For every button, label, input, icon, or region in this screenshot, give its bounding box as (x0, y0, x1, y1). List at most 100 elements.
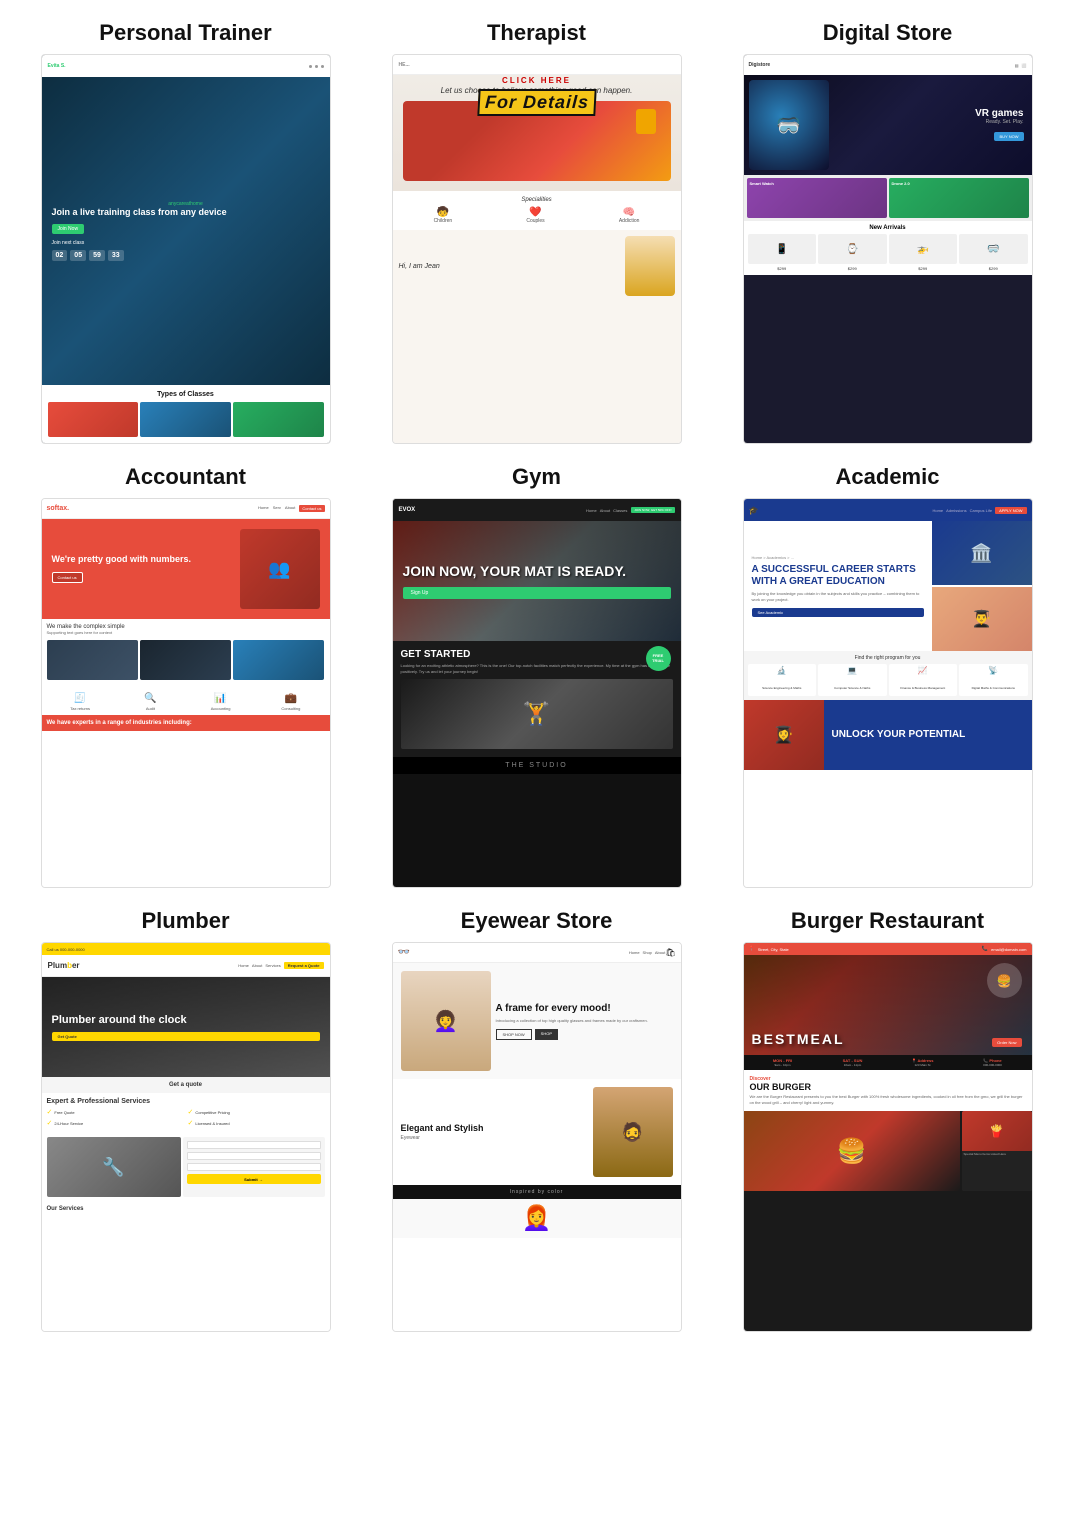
ew-shop-btn[interactable]: SHOP (535, 1029, 558, 1040)
ac-contact-btn[interactable]: Contact us (299, 505, 324, 512)
ac-logo: softax. (47, 505, 70, 512)
th-spec-title: Specialities (399, 197, 675, 203)
ew-s2-sub: Eyewear (401, 1135, 588, 1141)
ac-services-grid: 🧾 Tax returns 🔍 Audit 📊 Accounting (47, 693, 325, 711)
br-info-3: 📍 Address 123 Main St (889, 1058, 957, 1067)
br-order-btn[interactable]: Order Now (992, 1038, 1021, 1047)
ac-service-2: 🔍 Audit (117, 693, 184, 711)
gym-studio-text: THE STUDIO (398, 762, 676, 769)
pl-quote-section: Get a quote (42, 1077, 330, 1093)
digital-store-preview[interactable]: Digistore ▤ ⬜ 🥽 VR games Ready. Set. Pla… (743, 54, 1033, 444)
gym-preview[interactable]: EVOX Home About Classes JOIN NOW, GET 50… (392, 498, 682, 888)
th-avatar (625, 236, 675, 296)
aca-nav-campus: Campus Life (970, 508, 992, 513)
pt-join-btn[interactable]: Join Now (52, 224, 85, 234)
ac-img-row (42, 640, 330, 685)
plumber-preview[interactable]: Call us 000-000-0000 Plumber Home About … (41, 942, 331, 1332)
plumber-title: Plumber (141, 908, 229, 934)
br-location-icon: 📍 (749, 946, 755, 952)
br-hero: 🍔 BESTMEAL Order Now (744, 955, 1032, 1055)
br-discover-section: Discover OUR BURGER We are the Burger Re… (744, 1070, 1032, 1111)
ac-nav-link-3: About (285, 505, 295, 512)
eyewear-title: Eyewear Store (461, 908, 613, 934)
aca-hero-right: 🏛️ 👨‍🎓 (932, 521, 1032, 651)
aca-breadcrumb: Home > Academics > ... (752, 555, 924, 560)
burger-title: Burger Restaurant (791, 908, 984, 934)
ac-bottom-text: We have experts in a range of industries… (47, 720, 325, 726)
pl-form-field-2[interactable] (187, 1152, 321, 1160)
academic-cell: Academic 🎓 Home Admissions Campus Life A… (712, 454, 1063, 898)
pl-bottom-section: 🔧 Submit → (42, 1132, 330, 1202)
pl-quote-form: Submit → (183, 1137, 325, 1197)
ds-buy-btn[interactable]: BUY NOW (994, 132, 1023, 141)
ds-hero-title: VR games (975, 108, 1023, 119)
ds-hero-content: VR games Ready. Set. Play. BUY NOW (975, 108, 1023, 143)
th-spec-grid: 🧒 Children ❤️ Couples 🧠 Addiction (399, 207, 675, 224)
pl-form-field-3[interactable] (187, 1163, 321, 1171)
pl-nav-services: Services (265, 963, 280, 968)
gym-hero: JOIN NOW, YOUR MAT IS READY. Sign Up (393, 521, 681, 641)
pl-quote-title: Get a quote (47, 1082, 325, 1088)
ds-na-item-3: 🚁 $299 (889, 234, 958, 271)
pl-quote-btn[interactable]: Request a Quote (284, 962, 324, 969)
gym-nav-offer-btn[interactable]: JOIN NOW, GET 50% OFF! (631, 507, 674, 513)
ew-bottom-img: 👩‍🦰 (393, 1199, 681, 1238)
ew-banner: Inspired by color (393, 1185, 681, 1199)
ac-bottom: We have experts in a range of industries… (42, 715, 330, 731)
click-here-label[interactable]: CLICK HERE (502, 76, 571, 85)
pl-logo: Plumber (48, 961, 80, 970)
ds-product-1: Smart Watch (747, 178, 887, 218)
pl-nav-home: Home (238, 963, 249, 968)
ds-hero: 🥽 VR games Ready. Set. Play. BUY NOW (744, 75, 1032, 175)
academic-title: Academic (836, 464, 940, 490)
therapist-title: Therapist (487, 20, 586, 46)
accountant-preview[interactable]: softax. Home Serv About Contact us We're… (41, 498, 331, 888)
pl-service-3: ✓ 24-Hour Service (47, 1119, 184, 1127)
ew-glasses-display: 👩‍🦰 (522, 1204, 552, 1233)
ds-products-bar: Smart Watch Drone 2.0 (744, 175, 1032, 221)
aca-prog-1: 🔬 Science Engineering & Maths (748, 664, 817, 696)
ds-product-2: Drone 2.0 (889, 178, 1029, 218)
br-topbar: 📍 Street, City, State 📞 email@domain.com (744, 943, 1032, 955)
ew-s2-title: Elegant and Stylish (401, 1123, 588, 1135)
aca-prog-2: 💻 Computer Science & Naths (818, 664, 887, 696)
ac-hero-btn[interactable]: Contact us (52, 572, 83, 583)
br-info-text-1: 9am - 10pm (749, 1063, 817, 1067)
ac-service-3: 📊 Accounting (187, 693, 254, 711)
pl-hero-text: Plumber around the clock (52, 1013, 320, 1027)
therapist-preview[interactable]: CLICK HERE For Details HE... Let us choo… (392, 54, 682, 444)
academic-preview[interactable]: 🎓 Home Admissions Campus Life APPLY NOW … (743, 498, 1033, 888)
personal-trainer-preview[interactable]: Evita S. anycareathome Join a live train… (41, 54, 331, 444)
ac-img-2 (140, 640, 231, 680)
eyewear-preview[interactable]: 👓 Home Shop About 🛍 👩‍🦱 A frame for ever… (392, 942, 682, 1332)
pl-hero-btn[interactable]: Get Quote (52, 1032, 320, 1041)
pl-form-submit[interactable]: Submit → (187, 1174, 321, 1184)
click-here-overlay[interactable]: CLICK HERE For Details (477, 70, 595, 116)
ds-new-arrivals: New Arrivals 📱 $299 ⌚ $299 🚁 $299 (744, 221, 1032, 275)
aca-programs: Find the right program for you 🔬 Science… (744, 651, 1032, 700)
pl-services-section: Expert & Professional Services ✓ Free Qu… (42, 1093, 330, 1132)
gym-title: Gym (512, 464, 561, 490)
br-menu-text: Special Menu Items Listed Here (964, 1153, 1030, 1157)
ew-shop-now-btn[interactable]: SHOP NOW (496, 1029, 532, 1040)
ew-cart-icon[interactable]: 🛍 (665, 948, 675, 957)
aca-bottom-content: UNLOCK YOUR POTENTIAL (824, 700, 1032, 770)
pl-form-field-1[interactable] (187, 1141, 321, 1149)
ds-na-grid: 📱 $299 ⌚ $299 🚁 $299 🥽 (748, 234, 1028, 271)
gym-signup-btn[interactable]: Sign Up (403, 587, 671, 599)
aca-hero-left: Home > Academics > ... A SUCCESSFUL CARE… (744, 521, 932, 651)
aca-apply-btn[interactable]: APPLY NOW (995, 507, 1026, 514)
pl-our-services-title: Our Services (47, 1206, 325, 1212)
ac-hero: We're pretty good with numbers. Contact … (42, 519, 330, 619)
pt-countdown: 02 05 59 33 (52, 250, 320, 261)
aca-programs-grid: 🔬 Science Engineering & Maths 💻 Computer… (748, 664, 1028, 696)
aca-unlock-title: UNLOCK YOUR POTENTIAL (832, 729, 1024, 741)
th-spec-item-2: ❤️ Couples (526, 207, 544, 224)
burger-preview[interactable]: 📍 Street, City, State 📞 email@domain.com… (743, 942, 1033, 1332)
aca-see-btn[interactable]: See Academic (752, 608, 924, 617)
ds-price-3: $299 (889, 266, 958, 271)
gym-cell: Gym EVOX Home About Classes JOIN NOW, GE… (361, 454, 712, 898)
gym-nav-about: About (600, 508, 610, 513)
for-details-label[interactable]: For Details (477, 89, 596, 116)
plumber-cell: Plumber Call us 000-000-0000 Plumber Hom… (10, 898, 361, 1342)
